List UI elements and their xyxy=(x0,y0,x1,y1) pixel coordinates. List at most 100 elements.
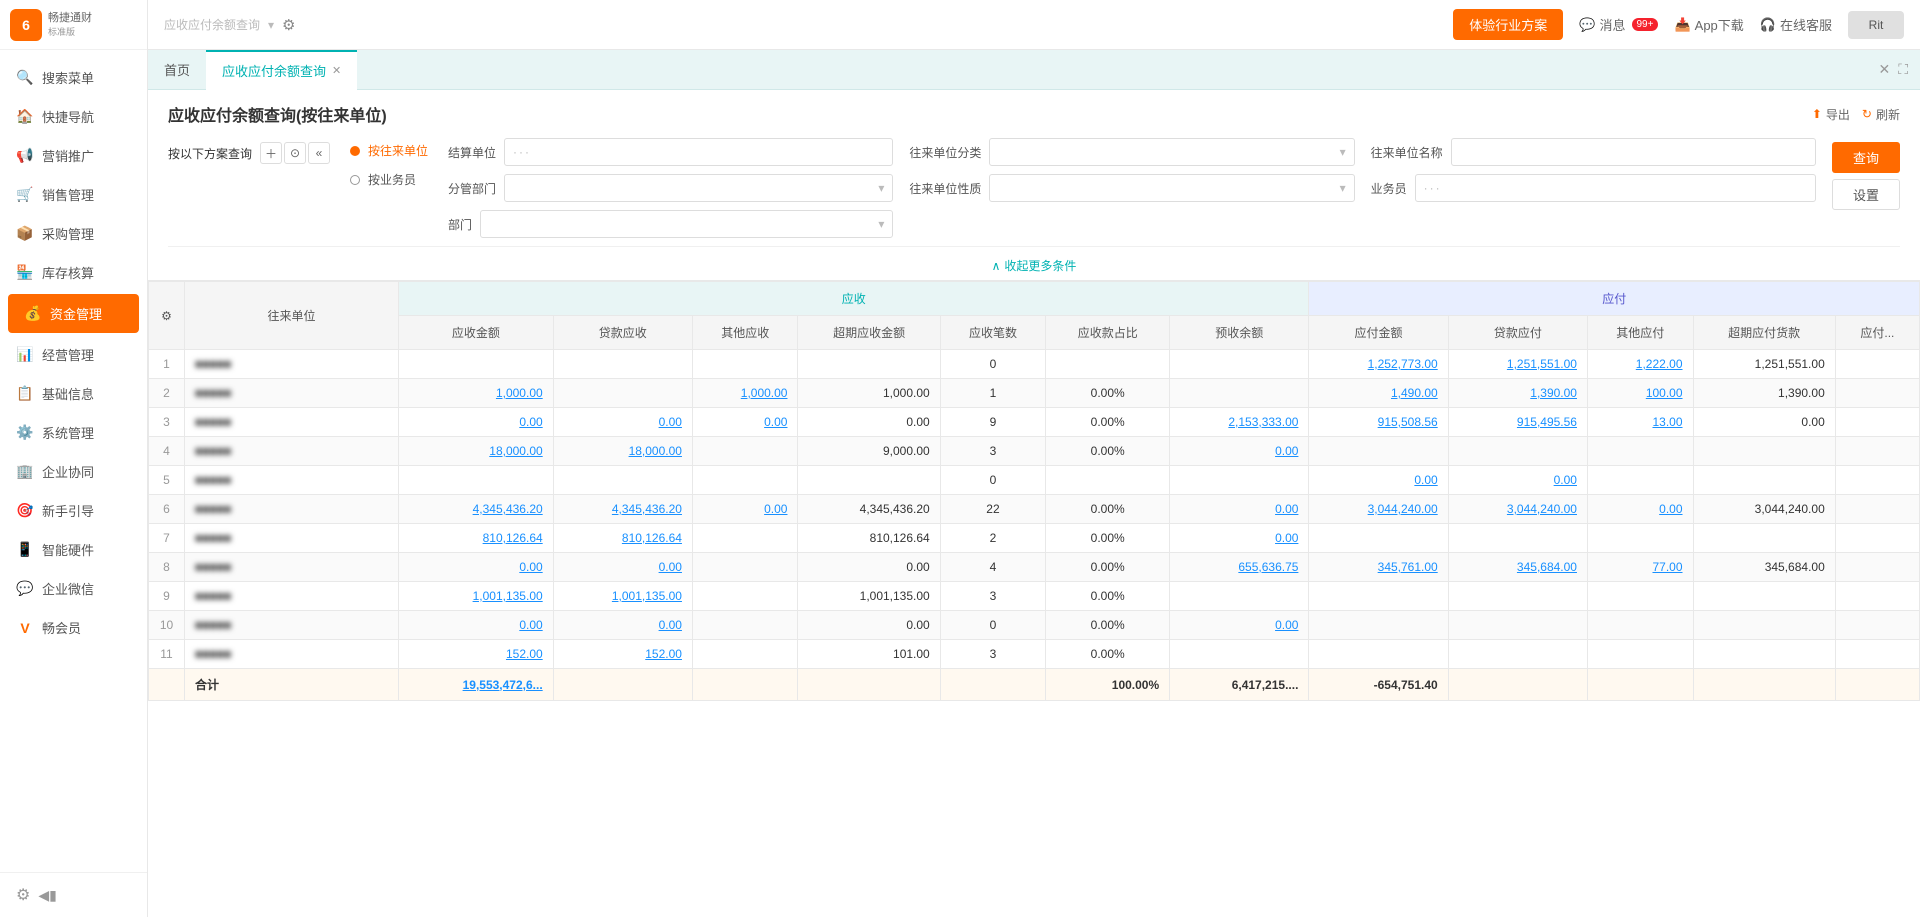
messages-btn[interactable]: 💬 消息 99+ xyxy=(1579,15,1658,34)
cell-ap-other[interactable]: 1,222.00 xyxy=(1587,350,1693,379)
cell-ap-other[interactable] xyxy=(1587,611,1693,640)
cell-ar-other[interactable] xyxy=(692,611,798,640)
cell-ap-other[interactable]: 13.00 xyxy=(1587,408,1693,437)
cell-ap-loan[interactable]: 1,390.00 xyxy=(1448,379,1587,408)
cell-ar-amount[interactable]: 810,126.64 xyxy=(399,524,554,553)
online-service-btn[interactable]: 🎧 在线客服 xyxy=(1760,15,1832,34)
cell-ar-loan[interactable] xyxy=(553,350,692,379)
sidebar-item-inventory[interactable]: 🏪 库存核算 xyxy=(0,253,147,292)
cell-ap-loan[interactable]: 0.00 xyxy=(1448,466,1587,495)
refresh-btn[interactable]: ↻ 刷新 xyxy=(1862,106,1900,123)
cell-prepay[interactable] xyxy=(1170,466,1309,495)
cell-ar-amount[interactable]: 18,000.00 xyxy=(399,437,554,466)
cell-ap-amount[interactable] xyxy=(1309,437,1448,466)
cell-ar-amount[interactable]: 1,001,135.00 xyxy=(399,582,554,611)
cell-ap-loan[interactable]: 1,251,551.00 xyxy=(1448,350,1587,379)
query-btn[interactable]: 查询 xyxy=(1832,142,1900,173)
cell-ap-amount[interactable]: 1,490.00 xyxy=(1309,379,1448,408)
filter-collapse-left-icon[interactable]: « xyxy=(308,142,330,164)
filter-settings-icon[interactable]: ⊙ xyxy=(284,142,306,164)
window-close-icon[interactable]: ✕ xyxy=(1878,61,1890,78)
sidebar-item-smart-hw[interactable]: 📱 智能硬件 xyxy=(0,530,147,569)
cell-ap-other[interactable]: 77.00 xyxy=(1587,553,1693,582)
cell-ar-loan[interactable] xyxy=(553,379,692,408)
partner-nature-select[interactable]: ▾ xyxy=(989,174,1354,202)
cell-ar-other[interactable]: 0.00 xyxy=(692,495,798,524)
tab-ar-ap-query[interactable]: 应收应付余额查询 ✕ xyxy=(206,50,357,90)
footer-ar-amount[interactable]: 19,553,472,6... xyxy=(399,669,554,701)
window-maximize-icon[interactable]: ⛶ xyxy=(1898,61,1908,78)
cell-ar-loan[interactable]: 4,345,436.20 xyxy=(553,495,692,524)
sidebar-item-enterprise[interactable]: 🏢 企业协同 xyxy=(0,452,147,491)
cell-ar-amount[interactable]: 4,345,436.20 xyxy=(399,495,554,524)
sidebar-item-system[interactable]: ⚙️ 系统管理 xyxy=(0,413,147,452)
cell-ap-amount[interactable]: 3,044,240.00 xyxy=(1309,495,1448,524)
filter-add-icon[interactable]: ＋ xyxy=(260,142,282,164)
cell-ap-loan[interactable] xyxy=(1448,582,1587,611)
cell-ap-loan[interactable]: 915,495.56 xyxy=(1448,408,1587,437)
topbar-settings-icon[interactable]: ⚙ xyxy=(282,16,295,34)
cell-ar-amount[interactable] xyxy=(399,466,554,495)
cell-prepay[interactable]: 0.00 xyxy=(1170,524,1309,553)
filter-by-partner[interactable]: 按往来单位 xyxy=(342,138,436,163)
collapse-conditions-btn[interactable]: ∧ 收起更多条件 xyxy=(168,257,1900,274)
cell-prepay[interactable] xyxy=(1170,582,1309,611)
sidebar-item-guide[interactable]: 🎯 新手引导 xyxy=(0,491,147,530)
sidebar-item-basic-info[interactable]: 📋 基础信息 xyxy=(0,374,147,413)
sidebar-item-purchase[interactable]: 📦 采购管理 xyxy=(0,214,147,253)
cell-ap-other[interactable]: 0.00 xyxy=(1587,495,1693,524)
tab-ar-ap-close-icon[interactable]: ✕ xyxy=(332,64,341,77)
cell-ap-amount[interactable]: 345,761.00 xyxy=(1309,553,1448,582)
cell-ap-loan[interactable] xyxy=(1448,524,1587,553)
cell-ar-other[interactable] xyxy=(692,466,798,495)
cell-ap-amount[interactable] xyxy=(1309,524,1448,553)
partner-category-select[interactable]: ▾ xyxy=(989,138,1354,166)
cell-ar-other[interactable] xyxy=(692,524,798,553)
cell-ar-amount[interactable]: 0.00 xyxy=(399,408,554,437)
cell-ar-amount[interactable]: 0.00 xyxy=(399,553,554,582)
cell-ar-amount[interactable]: 1,000.00 xyxy=(399,379,554,408)
cell-ar-loan[interactable]: 152.00 xyxy=(553,640,692,669)
partner-name-input[interactable] xyxy=(1451,138,1816,166)
cell-ar-amount[interactable]: 0.00 xyxy=(399,611,554,640)
cell-prepay[interactable]: 0.00 xyxy=(1170,495,1309,524)
settlement-unit-input[interactable]: ··· xyxy=(504,138,893,166)
sidebar-item-operations[interactable]: 📊 经营管理 xyxy=(0,335,147,374)
cell-ap-amount[interactable]: 1,252,773.00 xyxy=(1309,350,1448,379)
cell-prepay[interactable] xyxy=(1170,350,1309,379)
cell-ap-loan[interactable]: 3,044,240.00 xyxy=(1448,495,1587,524)
salesman-input[interactable]: ··· xyxy=(1415,174,1816,202)
sidebar-collapse-icon[interactable]: ◀▮ xyxy=(38,887,56,904)
cell-ap-amount[interactable]: 0.00 xyxy=(1309,466,1448,495)
cell-ar-loan[interactable]: 0.00 xyxy=(553,553,692,582)
cell-prepay[interactable]: 655,636.75 xyxy=(1170,553,1309,582)
sidebar-item-member[interactable]: V 畅会员 xyxy=(0,608,147,647)
dept-manage-select[interactable]: ▾ xyxy=(504,174,893,202)
cell-ap-other[interactable] xyxy=(1587,640,1693,669)
cell-ar-other[interactable] xyxy=(692,582,798,611)
cell-ap-other[interactable]: 100.00 xyxy=(1587,379,1693,408)
cell-ap-amount[interactable] xyxy=(1309,611,1448,640)
cell-prepay[interactable] xyxy=(1170,640,1309,669)
cell-ar-other[interactable] xyxy=(692,437,798,466)
cell-ap-other[interactable] xyxy=(1587,524,1693,553)
cell-ar-loan[interactable]: 810,126.64 xyxy=(553,524,692,553)
cell-ar-loan[interactable] xyxy=(553,466,692,495)
cell-ar-other[interactable] xyxy=(692,640,798,669)
cell-ar-amount[interactable] xyxy=(399,350,554,379)
cell-ar-loan[interactable]: 18,000.00 xyxy=(553,437,692,466)
user-avatar[interactable]: Rit xyxy=(1848,11,1904,39)
cell-ap-amount[interactable] xyxy=(1309,640,1448,669)
cell-ap-other[interactable] xyxy=(1587,466,1693,495)
topbar-dropdown-icon[interactable]: ▾ xyxy=(268,18,274,32)
sidebar-item-quick-nav[interactable]: 🏠 快捷导航 xyxy=(0,97,147,136)
sidebar-item-finance[interactable]: 💰 资金管理 xyxy=(8,294,139,333)
cell-ar-amount[interactable]: 152.00 xyxy=(399,640,554,669)
cell-ar-loan[interactable]: 0.00 xyxy=(553,408,692,437)
cell-ar-other[interactable]: 1,000.00 xyxy=(692,379,798,408)
cell-prepay[interactable]: 2,153,333.00 xyxy=(1170,408,1309,437)
cell-ar-loan[interactable]: 0.00 xyxy=(553,611,692,640)
cell-ap-other[interactable] xyxy=(1587,582,1693,611)
sidebar-settings-icon[interactable]: ⚙ xyxy=(16,885,30,905)
cell-ap-loan[interactable] xyxy=(1448,611,1587,640)
